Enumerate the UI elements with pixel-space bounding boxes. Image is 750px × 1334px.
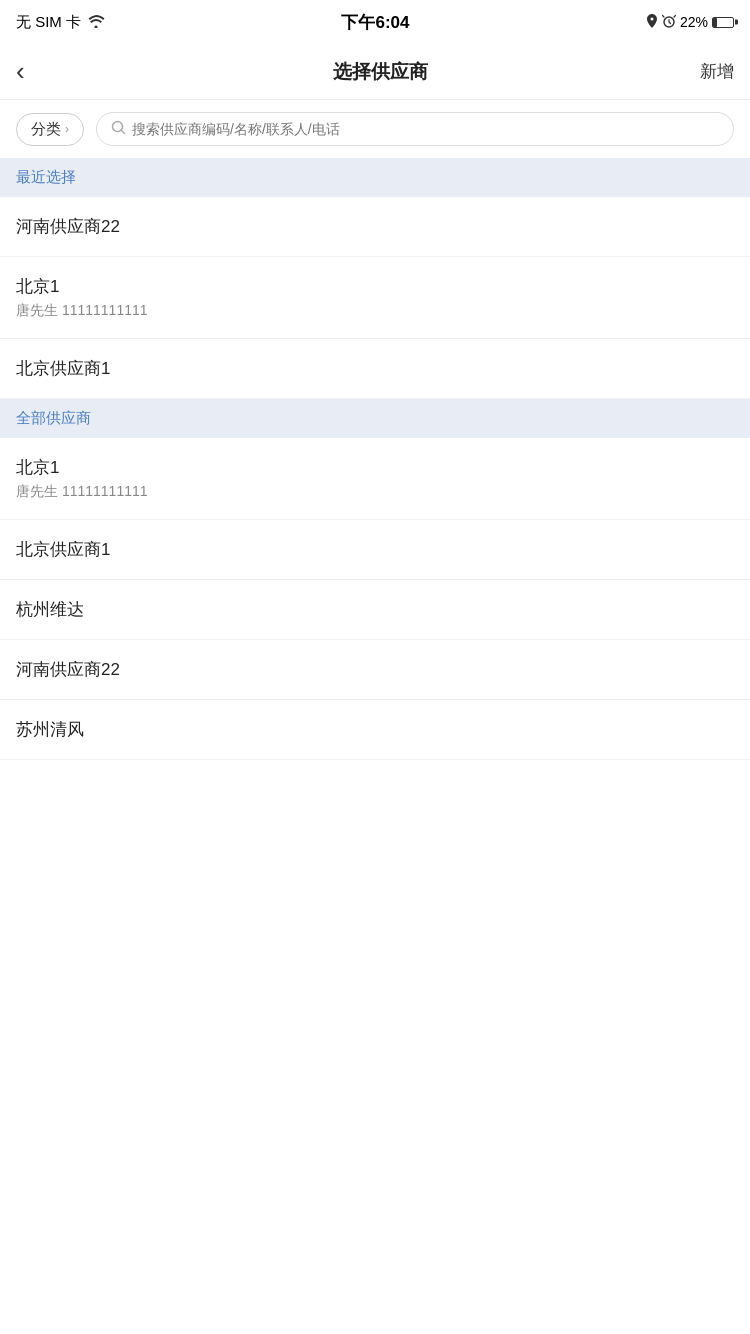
category-button[interactable]: 分类 › (16, 113, 84, 146)
all-section-label: 全部供应商 (16, 409, 91, 426)
list-item[interactable]: 河南供应商22 (0, 197, 750, 257)
item-name: 杭州维达 (16, 598, 734, 621)
item-name: 河南供应商22 (16, 658, 734, 681)
battery-icon (712, 17, 734, 28)
recent-items-list: 河南供应商22 北京1 唐先生 11111111111 北京供应商1 (0, 197, 750, 399)
item-name: 北京1 (16, 456, 734, 479)
list-item[interactable]: 杭州维达 (0, 580, 750, 640)
list-item[interactable]: 北京1 唐先生 11111111111 (0, 438, 750, 520)
status-left: 无 SIM 卡 (16, 13, 105, 32)
list-item[interactable]: 北京供应商1 (0, 520, 750, 580)
wifi-icon (87, 14, 105, 31)
search-input[interactable] (132, 121, 719, 137)
list-item[interactable]: 河南供应商22 (0, 640, 750, 700)
nav-bar: ‹ 选择供应商 新增 (0, 44, 750, 100)
item-detail: 唐先生 11111111111 (16, 483, 734, 501)
item-name: 北京供应商1 (16, 357, 734, 380)
status-right: 22% (646, 14, 734, 31)
back-button[interactable]: ‹ (16, 56, 60, 87)
search-icon (111, 120, 126, 138)
add-button[interactable]: 新增 (700, 60, 734, 83)
item-name: 苏州清风 (16, 718, 734, 741)
search-box (96, 112, 734, 146)
filter-bar: 分类 › (0, 100, 750, 158)
list-item[interactable]: 苏州清风 (0, 700, 750, 760)
alarm-icon (662, 14, 676, 31)
all-items-list: 北京1 唐先生 11111111111 北京供应商1 杭州维达河南供应商22 苏州清风 (0, 438, 750, 760)
category-label: 分类 (31, 120, 61, 139)
item-name: 北京1 (16, 275, 734, 298)
recent-section-label: 最近选择 (16, 168, 76, 185)
status-time: 下午6:04 (341, 11, 409, 34)
list-item[interactable]: 北京供应商1 (0, 339, 750, 399)
recent-section-header: 最近选择 (0, 158, 750, 197)
page-title: 选择供应商 (333, 59, 428, 85)
location-icon (646, 14, 658, 31)
chevron-right-icon: › (65, 122, 69, 136)
status-bar: 无 SIM 卡 下午6:04 22% (0, 0, 750, 44)
item-name: 北京供应商1 (16, 538, 734, 561)
item-detail: 唐先生 11111111111 (16, 302, 734, 320)
list-item[interactable]: 北京1 唐先生 11111111111 (0, 257, 750, 339)
battery-percentage: 22% (680, 14, 708, 30)
all-section-header: 全部供应商 (0, 399, 750, 438)
item-name: 河南供应商22 (16, 215, 734, 238)
no-sim-text: 无 SIM 卡 (16, 13, 81, 32)
